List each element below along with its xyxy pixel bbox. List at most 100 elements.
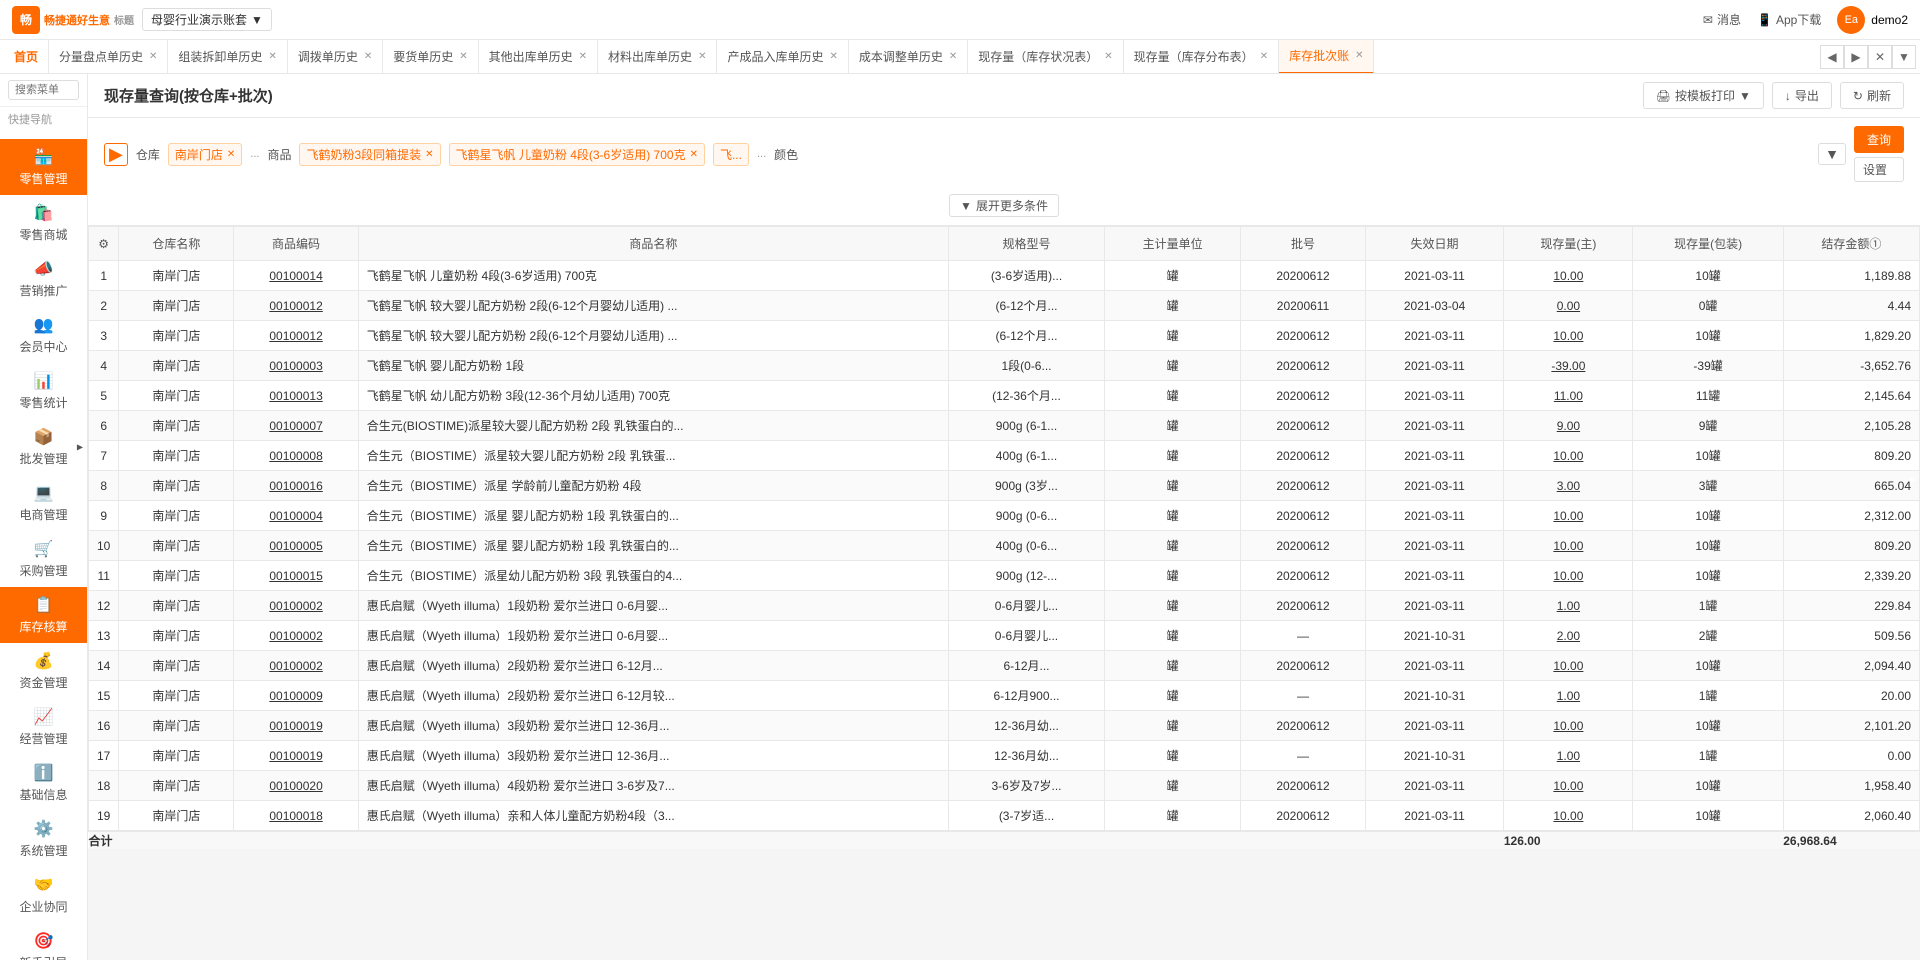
tab-chan-cheng-pin[interactable]: 产成品入库单历史 ✕ xyxy=(717,40,848,74)
close-icon[interactable]: ✕ xyxy=(364,51,372,62)
sidebar-item-ecommerce[interactable]: 💻 电商管理 xyxy=(0,475,87,531)
row-code[interactable]: 00100008 xyxy=(234,441,358,471)
close-icon[interactable]: ✕ xyxy=(829,51,837,62)
row-stock-main[interactable]: 0.00 xyxy=(1504,291,1633,321)
row-code[interactable]: 00100012 xyxy=(234,321,358,351)
settings-button[interactable]: 设置 xyxy=(1854,157,1904,182)
close-icon[interactable]: ✕ xyxy=(425,149,433,160)
search-input[interactable] xyxy=(8,80,79,100)
tab-cai-liao-chu-ku[interactable]: 材料出库单历史 ✕ xyxy=(598,40,717,74)
more-warehouses[interactable]: ... xyxy=(250,148,259,160)
row-code[interactable]: 00100018 xyxy=(234,801,358,832)
sidebar-item-inventory[interactable]: 📋 库存核算 xyxy=(0,587,87,643)
row-code[interactable]: 00100009 xyxy=(234,681,358,711)
expand-toggle[interactable]: ▶ xyxy=(104,143,128,166)
sidebar-item-mall[interactable]: 🛍️ 零售商城 xyxy=(0,195,87,251)
tab-yao-huo[interactable]: 要货单历史 ✕ xyxy=(383,40,478,74)
tab-diao-bo[interactable]: 调拨单历史 ✕ xyxy=(288,40,383,74)
tab-zu-zhuang[interactable]: 组装拆卸单历史 ✕ xyxy=(168,40,287,74)
row-code[interactable]: 00100007 xyxy=(234,411,358,441)
row-code[interactable]: 00100003 xyxy=(234,351,358,381)
sidebar-item-guide[interactable]: 🎯 新手引导 xyxy=(0,923,87,960)
tab-cheng-ben-tiao-zheng[interactable]: 成本调整单历史 ✕ xyxy=(849,40,968,74)
close-icon[interactable]: ✕ xyxy=(1260,51,1268,62)
close-icon[interactable]: ✕ xyxy=(690,149,698,160)
tab-qi-ta-chu-ku[interactable]: 其他出库单历史 ✕ xyxy=(479,40,598,74)
row-code[interactable]: 00100012 xyxy=(234,291,358,321)
sidebar-item-operations[interactable]: 📈 经营管理 xyxy=(0,699,87,755)
row-stock-main[interactable]: 10.00 xyxy=(1504,321,1633,351)
close-icon[interactable]: ✕ xyxy=(698,51,706,62)
sidebar-item-marketing[interactable]: 📣 营销推广 xyxy=(0,251,87,307)
tab-home[interactable]: 首页 xyxy=(4,40,49,74)
tab-next-button[interactable]: ▶ xyxy=(1844,45,1868,69)
more-goods[interactable]: ... xyxy=(757,148,766,160)
row-stock-main[interactable]: -39.00 xyxy=(1504,351,1633,381)
close-icon[interactable]: ✕ xyxy=(579,51,587,62)
row-code[interactable]: 00100015 xyxy=(234,561,358,591)
row-code[interactable]: 00100002 xyxy=(234,651,358,681)
org-selector[interactable]: 母婴行业演示账套 ▼ xyxy=(142,8,272,31)
row-stock-main[interactable]: 11.00 xyxy=(1504,381,1633,411)
row-stock-main[interactable]: 10.00 xyxy=(1504,801,1633,832)
query-button[interactable]: 查询 xyxy=(1854,126,1904,153)
tab-xian-cun-liang-fen-bu[interactable]: 现存量（库存分布表） ✕ xyxy=(1124,40,1279,74)
sidebar-item-retail[interactable]: 🏪 零售管理 ▶ xyxy=(0,139,87,195)
sidebar-item-system[interactable]: ⚙️ 系统管理 xyxy=(0,811,87,867)
close-icon[interactable]: ✕ xyxy=(949,51,957,62)
app-download-button[interactable]: 📱 App下载 xyxy=(1757,11,1821,28)
row-stock-main[interactable]: 9.00 xyxy=(1504,411,1633,441)
row-stock-main[interactable]: 10.00 xyxy=(1504,261,1633,291)
row-code[interactable]: 00100013 xyxy=(234,381,358,411)
tab-close-button[interactable]: ✕ xyxy=(1868,45,1892,69)
user-area[interactable]: Ea demo2 xyxy=(1837,6,1908,34)
row-stock-main[interactable]: 1.00 xyxy=(1504,591,1633,621)
export-button[interactable]: ↓ 导出 xyxy=(1772,82,1832,109)
row-stock-main[interactable]: 10.00 xyxy=(1504,711,1633,741)
sidebar-item-purchase[interactable]: 🛒 采购管理 xyxy=(0,531,87,587)
row-stock-main[interactable]: 10.00 xyxy=(1504,651,1633,681)
tab-menu-button[interactable]: ▼ xyxy=(1892,45,1916,69)
row-stock-main[interactable]: 10.00 xyxy=(1504,531,1633,561)
tab-xian-cun-liang-ku-zhuang[interactable]: 现存量（库存状况表） ✕ xyxy=(968,40,1123,74)
row-code[interactable]: 00100005 xyxy=(234,531,358,561)
tab-prev-button[interactable]: ◀ xyxy=(1820,45,1844,69)
color-dropdown-icon[interactable]: ▼ xyxy=(1818,143,1846,165)
close-icon[interactable]: ✕ xyxy=(459,51,467,62)
row-stock-main[interactable]: 10.00 xyxy=(1504,501,1633,531)
sidebar-item-retail-stats[interactable]: 📊 零售统计 xyxy=(0,363,87,419)
close-icon[interactable]: ✕ xyxy=(268,51,276,62)
row-code[interactable]: 00100004 xyxy=(234,501,358,531)
table-header-row: ⚙ 仓库名称 商品编码 商品名称 规格型号 主计量单位 批号 失效日期 现存量(… xyxy=(89,227,1920,261)
row-stock-main[interactable]: 3.00 xyxy=(1504,471,1633,501)
row-stock-main[interactable]: 10.00 xyxy=(1504,771,1633,801)
row-code[interactable]: 00100019 xyxy=(234,711,358,741)
warehouse-label: 仓库 xyxy=(136,146,160,163)
sidebar-item-basic-info[interactable]: ℹ️ 基础信息 xyxy=(0,755,87,811)
row-code[interactable]: 00100014 xyxy=(234,261,358,291)
row-code[interactable]: 00100019 xyxy=(234,741,358,771)
row-stock-main[interactable]: 10.00 xyxy=(1504,561,1633,591)
sidebar-item-wholesale[interactable]: 📦 批发管理 ▶ xyxy=(0,419,87,475)
row-code[interactable]: 00100020 xyxy=(234,771,358,801)
close-icon[interactable]: ✕ xyxy=(1104,51,1112,62)
row-stock-main[interactable]: 1.00 xyxy=(1504,741,1633,771)
row-stock-main[interactable]: 2.00 xyxy=(1504,621,1633,651)
close-icon[interactable]: ✕ xyxy=(149,51,157,62)
tab-fen-liang[interactable]: 分量盘点单历史 ✕ xyxy=(49,40,168,74)
row-code[interactable]: 00100002 xyxy=(234,621,358,651)
row-stock-main[interactable]: 1.00 xyxy=(1504,681,1633,711)
close-icon[interactable]: ✕ xyxy=(1355,50,1363,61)
tab-ku-cun-pi-ci[interactable]: 库存批次账 ✕ xyxy=(1279,40,1374,74)
row-code[interactable]: 00100002 xyxy=(234,591,358,621)
row-stock-main[interactable]: 10.00 xyxy=(1504,441,1633,471)
sidebar-item-collab[interactable]: 🤝 企业协同 xyxy=(0,867,87,923)
row-code[interactable]: 00100016 xyxy=(234,471,358,501)
expand-more-button[interactable]: ▼ 展开更多条件 xyxy=(949,194,1059,217)
sidebar-item-member[interactable]: 👥 会员中心 xyxy=(0,307,87,363)
message-button[interactable]: ✉ 消息 xyxy=(1703,11,1741,28)
refresh-button[interactable]: ↻ 刷新 xyxy=(1840,82,1904,109)
close-icon[interactable]: ✕ xyxy=(227,149,235,160)
sidebar-item-finance[interactable]: 💰 资金管理 xyxy=(0,643,87,699)
print-button[interactable]: 🖨 按模板打印 ▼ xyxy=(1643,82,1764,109)
